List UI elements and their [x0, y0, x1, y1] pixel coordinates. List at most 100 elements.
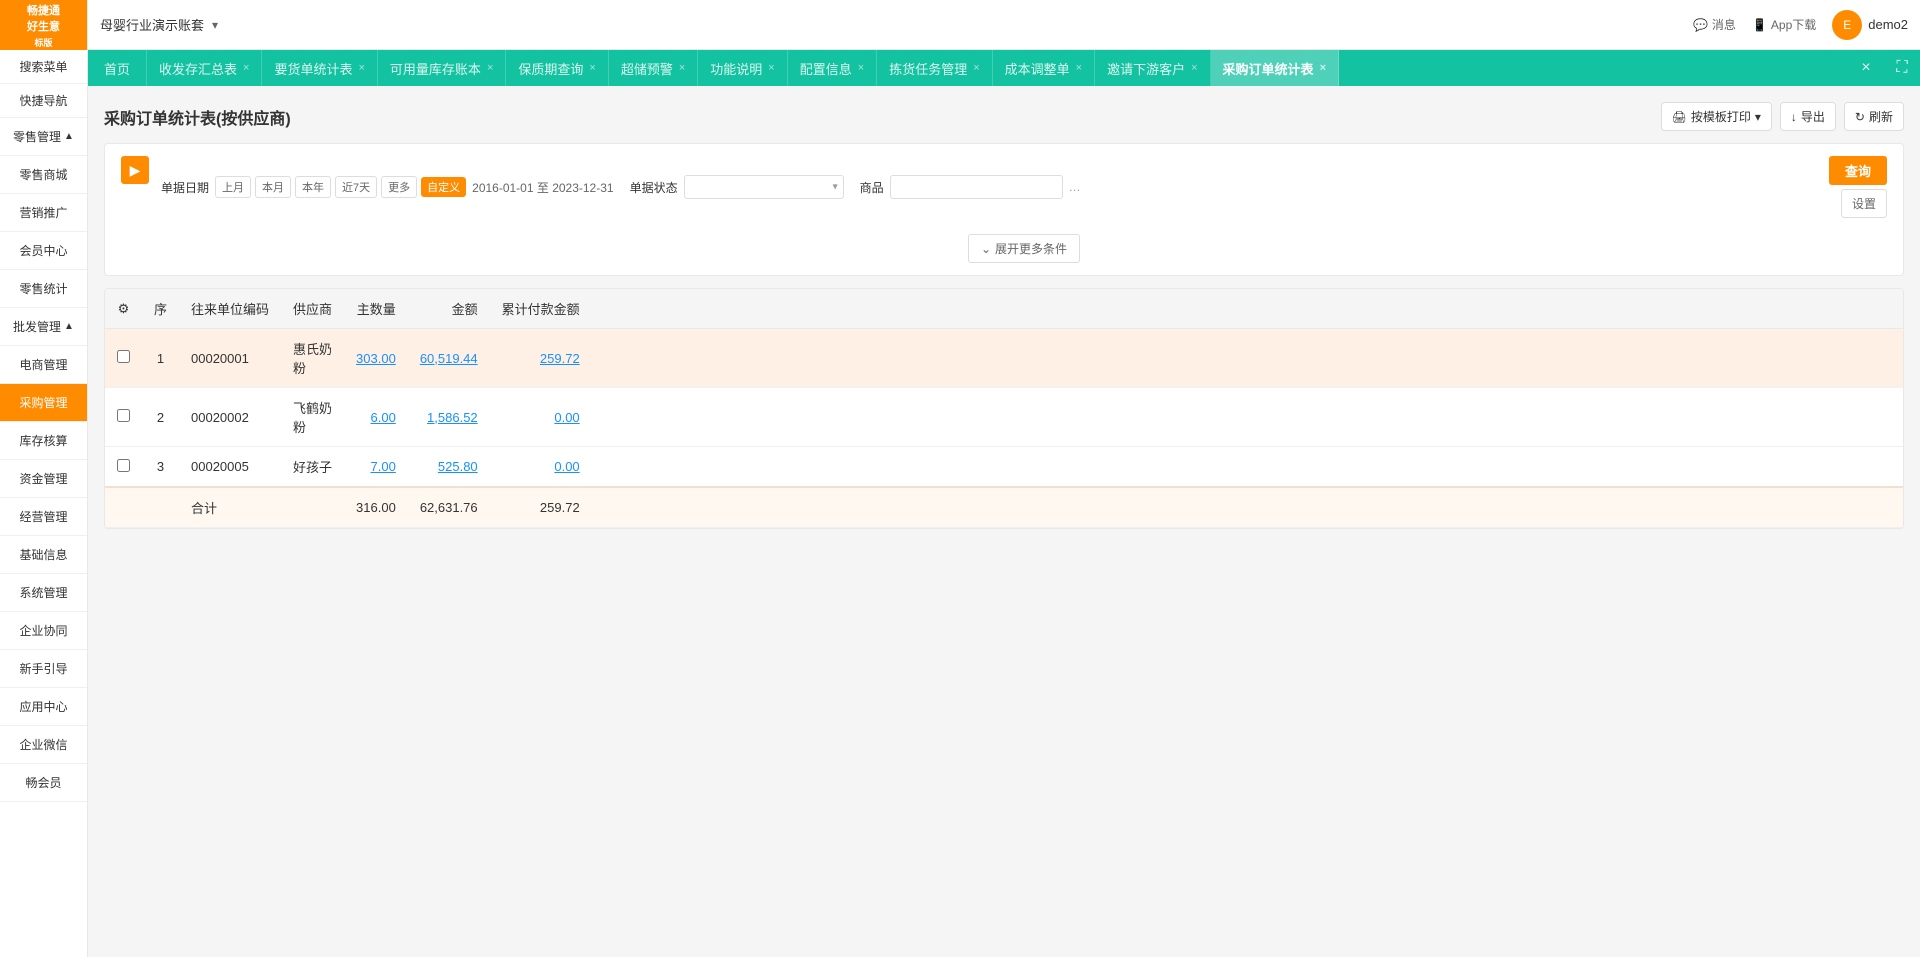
col-supplier: 供应商 — [281, 289, 344, 329]
row-checkbox-0[interactable] — [105, 329, 142, 388]
username-label: demo2 — [1868, 17, 1908, 32]
tab-keyong[interactable]: 可用量库存账本 × — [378, 50, 506, 86]
goods-input[interactable] — [890, 175, 1063, 199]
table-body: 1 00020001 惠氏奶粉 303.00 60,519.44 259.72 … — [105, 329, 1903, 488]
tab-yaohuo-label: 要货单统计表 — [274, 59, 352, 78]
tab-shoufacun[interactable]: 收发存汇总表 × — [147, 50, 262, 86]
app-download-btn[interactable]: 📱 App下载 — [1752, 16, 1816, 33]
tab-gongneng-label: 功能说明 — [710, 59, 762, 78]
status-select[interactable] — [684, 175, 844, 199]
setting-btn[interactable]: 设置 — [1841, 189, 1887, 218]
column-settings-icon[interactable]: ⚙ — [118, 301, 130, 317]
tab-chengbentiaozhen-close[interactable]: × — [1076, 62, 1082, 74]
sidebar-item-retail-store[interactable]: 零售商城 — [0, 156, 87, 194]
retail-arrow-icon: ▲ — [64, 131, 74, 142]
tab-baoxiaoqi-label: 保质期查询 — [518, 59, 583, 78]
tab-yaoqing-close[interactable]: × — [1191, 62, 1197, 74]
tab-paihuorenwu-close[interactable]: × — [973, 62, 979, 74]
sidebar-item-quicknav[interactable]: 快捷导航 — [0, 84, 87, 118]
date-this-month-btn[interactable]: 本月 — [255, 176, 291, 198]
tab-home[interactable]: 首页 — [88, 50, 147, 86]
main-area: 母婴行业演示账套 ▾ 💬 消息 📱 App下载 E demo2 首页 收发存汇总… — [88, 0, 1920, 957]
page-header-actions: 🖨 按模板打印 ▾ ↓ 导出 ↻ 刷新 — [1661, 102, 1904, 131]
tab-baoxiaoqi-close[interactable]: × — [589, 62, 595, 74]
tab-caigoudindan[interactable]: 采购订单统计表 × — [1211, 50, 1339, 86]
sidebar-item-retail[interactable]: 零售管理 ▲ — [0, 118, 87, 156]
sidebar-item-appcenter[interactable]: 应用中心 — [0, 688, 87, 726]
col-quantity: 主数量 — [344, 289, 408, 329]
goods-filter-label: 商品 — [860, 179, 884, 196]
tab-paihuorenwu-label: 拣货任务管理 — [889, 59, 967, 78]
sidebar-item-member[interactable]: 会员中心 — [0, 232, 87, 270]
table-header: ⚙ 序 往来单位编码 供应商 主数量 金额 累计付款金额 — [105, 289, 1903, 329]
avatar: E — [1832, 10, 1862, 40]
tab-peizhi-close[interactable]: × — [858, 62, 864, 74]
message-btn[interactable]: 💬 消息 — [1693, 16, 1736, 33]
sidebar-item-vip[interactable]: 畅会员 — [0, 764, 87, 802]
tab-peizhi[interactable]: 配置信息 × — [788, 50, 877, 86]
col-code: 往来单位编码 — [179, 289, 281, 329]
tab-chaochuyujing-close[interactable]: × — [679, 62, 685, 74]
sidebar-item-wholesale[interactable]: 批发管理 ▲ — [0, 308, 87, 346]
filter-goods-item: 商品 … — [860, 175, 1081, 199]
topbar-left: 母婴行业演示账套 ▾ — [100, 15, 1685, 34]
sidebar-item-newguide[interactable]: 新手引导 — [0, 650, 87, 688]
export-btn[interactable]: ↓ 导出 — [1780, 102, 1836, 131]
table-row: 3 00020005 好孩子 7.00 525.80 0.00 — [105, 447, 1903, 488]
expand-filter-btn[interactable]: ⌄ 展开更多条件 — [968, 234, 1080, 263]
tab-gongneng-close[interactable]: × — [768, 62, 774, 74]
sidebar-item-purchase[interactable]: 采购管理 — [0, 384, 87, 422]
date-custom-badge[interactable]: 自定义 — [421, 177, 466, 197]
sidebar-item-ecommerce[interactable]: 电商管理 — [0, 346, 87, 384]
tab-caigoudindan-close[interactable]: × — [1320, 62, 1326, 74]
sidebar-item-inventory[interactable]: 库存核算 — [0, 422, 87, 460]
workspace-dropdown-icon[interactable]: ▾ — [212, 18, 218, 32]
print-btn[interactable]: 🖨 按模板打印 ▾ — [1661, 102, 1772, 131]
sidebar-item-enterprise[interactable]: 企业协同 — [0, 612, 87, 650]
sidebar-item-marketing[interactable]: 营销推广 — [0, 194, 87, 232]
refresh-label: 刷新 — [1869, 108, 1893, 125]
sidebar-item-retail-stats[interactable]: 零售统计 — [0, 270, 87, 308]
sidebar-item-basic[interactable]: 基础信息 — [0, 536, 87, 574]
row-amount-1: 1,586.52 — [408, 388, 490, 447]
date-last7-btn[interactable]: 近7天 — [335, 176, 377, 198]
fullscreen-btn[interactable]: ⛶ — [1884, 50, 1920, 86]
refresh-btn[interactable]: ↻ 刷新 — [1844, 102, 1904, 131]
row-extra-2 — [592, 447, 1903, 488]
tab-paihuorenwu[interactable]: 拣货任务管理 × — [877, 50, 992, 86]
sidebar-item-system[interactable]: 系统管理 — [0, 574, 87, 612]
sidebar-item-search[interactable]: 搜索菜单 — [0, 50, 87, 84]
date-this-year-btn[interactable]: 本年 — [295, 176, 331, 198]
export-label: 导出 — [1801, 108, 1825, 125]
print-icon: 🖨 — [1672, 110, 1687, 124]
tab-keyong-label: 可用量库存账本 — [390, 59, 481, 78]
tab-chengbentiaozhen[interactable]: 成本调整单 × — [993, 50, 1095, 86]
filter-fields: 单据日期 上月 本月 本年 近7天 更多 自定义 2016-01-01 至 20… — [161, 156, 1887, 263]
sidebar-item-corpwechat[interactable]: 企业微信 — [0, 726, 87, 764]
sidebar-item-operation[interactable]: 经营管理 — [0, 498, 87, 536]
goods-more-icon[interactable]: … — [1069, 180, 1081, 194]
close-all-tabs-btn[interactable]: × — [1848, 50, 1884, 86]
tab-keyong-close[interactable]: × — [487, 62, 493, 74]
row-quantity-2: 7.00 — [344, 447, 408, 488]
tab-yaohuo[interactable]: 要货单统计表 × — [262, 50, 377, 86]
sidebar-item-finance[interactable]: 资金管理 — [0, 460, 87, 498]
date-more-btn[interactable]: 更多 — [381, 176, 417, 198]
row-checkbox-2[interactable] — [105, 447, 142, 488]
user-menu[interactable]: E demo2 — [1832, 10, 1908, 40]
row-no-0: 1 — [142, 329, 179, 388]
export-icon: ↓ — [1791, 110, 1797, 124]
tab-baoxiaoqi[interactable]: 保质期查询 × — [506, 50, 608, 86]
row-amount-2: 525.80 — [408, 447, 490, 488]
tab-shoufacun-close[interactable]: × — [243, 62, 249, 74]
date-prev-month-btn[interactable]: 上月 — [215, 176, 251, 198]
tab-gongneng[interactable]: 功能说明 × — [698, 50, 787, 86]
query-btn[interactable]: 查询 — [1829, 156, 1887, 185]
message-label: 消息 — [1712, 16, 1736, 33]
tab-yaoqing[interactable]: 邀请下游客户 × — [1095, 50, 1210, 86]
row-checkbox-1[interactable] — [105, 388, 142, 447]
tab-yaohuo-close[interactable]: × — [358, 62, 364, 74]
tab-chaochuyujing[interactable]: 超储预警 × — [609, 50, 698, 86]
table-header-row: ⚙ 序 往来单位编码 供应商 主数量 金额 累计付款金额 — [105, 289, 1903, 329]
filter-toggle-btn[interactable]: ▶ — [121, 156, 149, 184]
